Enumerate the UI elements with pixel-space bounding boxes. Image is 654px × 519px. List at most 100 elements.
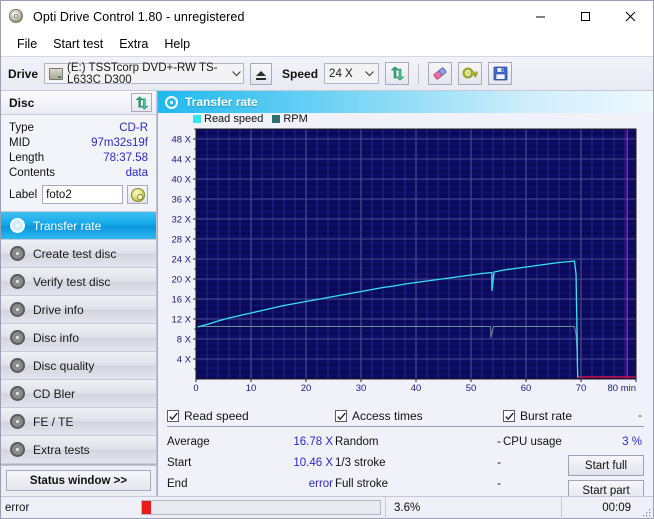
transfer-rate-plot[interactable]: 4 X 8 X 12 X 16 X 20 X 24 X 28 X 32 X 36 X 40 X 44…	[158, 125, 644, 403]
sidebar-item-label: Transfer rate	[33, 218, 102, 233]
sidebar-item-drive-info[interactable]: Drive info	[1, 296, 156, 324]
burst-rate-checkbox[interactable]	[503, 410, 515, 422]
sidebar-item-label: Disc quality	[33, 358, 95, 373]
disc-info-key: Contents	[9, 167, 56, 179]
window-controls	[518, 1, 653, 32]
stat-key: Full stroke	[335, 478, 389, 490]
stat-value: 10.46 X	[293, 457, 333, 469]
status-window-area: Status window >>	[1, 465, 156, 496]
disc-panel-header: Disc	[1, 91, 156, 115]
sidebar-item-transfer-rate[interactable]: Transfer rate	[1, 212, 156, 240]
maximize-button[interactable]	[563, 1, 608, 32]
check-icon	[336, 412, 346, 420]
sidebar-item-extra-tests[interactable]: Extra tests	[1, 436, 156, 464]
app-window: Opti Drive Control 1.80 - unregistered F…	[0, 0, 654, 519]
stat-key: CPU usage	[503, 436, 562, 448]
sidebar-item-create-test-disc[interactable]: Create test disc	[1, 240, 156, 268]
svg-text:50: 50	[466, 383, 477, 394]
menu-bar: File Start test Extra Help	[1, 32, 653, 56]
svg-text:48 X: 48 X	[171, 135, 191, 146]
svg-text:80 min: 80 min	[607, 383, 636, 394]
sidebar-item-label: Create test disc	[33, 246, 117, 261]
minimize-button[interactable]	[518, 1, 563, 32]
legend-label: RPM	[283, 113, 308, 125]
sidebar-nav: Transfer rate Create test disc Verify te…	[1, 212, 156, 464]
app-icon	[8, 8, 25, 25]
refresh-button[interactable]	[385, 62, 410, 85]
svg-text:10: 10	[246, 383, 257, 394]
drive-icon	[49, 67, 64, 80]
svg-text:0: 0	[193, 383, 198, 394]
key-icon	[462, 67, 478, 79]
legend-entry-read-speed: Read speed	[193, 113, 263, 125]
disc-info-key: Type	[9, 122, 34, 134]
sidebar-item-label: Drive info	[33, 302, 84, 317]
sidebar-item-label: CD Bler	[33, 386, 76, 401]
sidebar-item-disc-info[interactable]: Disc info	[1, 324, 156, 352]
disc-info-row-type: Type CD-R	[9, 121, 148, 136]
disc-icon	[10, 386, 25, 401]
resize-grip-icon[interactable]	[641, 497, 653, 519]
read-speed-header: Read speed	[167, 409, 335, 427]
stat-row-end: End error	[167, 474, 335, 495]
sidebar-item-disc-quality[interactable]: Disc quality	[1, 352, 156, 380]
stats-burst-rate: Burst rate - CPU usage 3 % Start full St…	[503, 409, 644, 501]
drive-label: Drive	[8, 66, 39, 81]
disc-label-input[interactable]: foto2	[42, 185, 123, 204]
drive-select[interactable]: (E:) TSSTcorp DVD+-RW TS-L633C D300	[44, 62, 245, 86]
disc-icon	[10, 218, 25, 233]
main-panel: Transfer rate Read speed RPM 4 X 8 X 12 X 1…	[157, 91, 653, 505]
eject-button[interactable]	[250, 62, 273, 85]
erase-button[interactable]	[428, 62, 453, 85]
menu-help[interactable]: Help	[156, 35, 198, 53]
progress-bar	[141, 500, 381, 515]
speed-label: Speed	[282, 66, 319, 81]
start-full-button[interactable]: Start full	[568, 455, 644, 476]
svg-text:20 X: 20 X	[171, 275, 191, 286]
disc-refresh-button[interactable]	[131, 93, 152, 112]
stat-row-full-stroke: Full stroke -	[335, 474, 503, 495]
sidebar-item-cd-bler[interactable]: CD Bler	[1, 380, 156, 408]
sidebar-item-fe-te[interactable]: FE / TE	[1, 408, 156, 436]
disc-info-value: 78:37.58	[103, 152, 148, 164]
disc-icon	[10, 302, 25, 317]
progress-bar-fill	[142, 501, 151, 514]
sidebar-item-label: Disc info	[33, 330, 80, 345]
disc-label-apply-button[interactable]	[127, 185, 148, 204]
status-message: error	[5, 501, 30, 514]
svg-text:20: 20	[301, 383, 312, 394]
save-button[interactable]	[488, 62, 513, 85]
progress-percent: 3.6%	[385, 496, 455, 519]
disc-info-value: CD-R	[119, 122, 148, 134]
sidebar-item-verify-test-disc[interactable]: Verify test disc	[1, 268, 156, 296]
read-speed-title: Read speed	[184, 409, 249, 423]
access-times-checkbox[interactable]	[335, 410, 347, 422]
toolbar: Drive (E:) TSSTcorp DVD+-RW TS-L633C D30…	[1, 56, 653, 91]
stat-row-random: Random -	[335, 432, 503, 453]
key-button[interactable]	[458, 62, 483, 85]
svg-text:70: 70	[576, 383, 587, 394]
chart-area[interactable]: 4 X 8 X 12 X 16 X 20 X 24 X 28 X 32 X 36 X 40 X 44…	[158, 125, 645, 403]
legend-entry-rpm: RPM	[272, 113, 308, 125]
stat-value: 3 %	[622, 436, 642, 448]
menu-start-test[interactable]: Start test	[45, 35, 111, 53]
sidebar: Disc Type CD-R MID 97m32s19f Length 78:3…	[1, 91, 157, 496]
svg-text:8 X: 8 X	[177, 335, 192, 346]
speed-select-value: 24 X	[329, 67, 353, 80]
refresh-icon	[390, 66, 404, 81]
svg-text:16 X: 16 X	[171, 295, 191, 306]
eject-icon	[256, 71, 267, 80]
elapsed-time: 00:09	[561, 496, 641, 519]
disc-info-row-contents: Contents data	[9, 166, 148, 181]
status-window-button[interactable]: Status window >>	[6, 470, 151, 491]
speed-select[interactable]: 24 X	[324, 63, 380, 84]
menu-extra[interactable]: Extra	[111, 35, 156, 53]
stat-value: -	[497, 478, 501, 490]
svg-text:28 X: 28 X	[171, 235, 191, 246]
disc-label-caption: Label	[9, 188, 38, 201]
stat-value: 16.78 X	[293, 436, 333, 448]
disc-icon	[165, 95, 178, 109]
close-button[interactable]	[608, 1, 653, 32]
read-speed-checkbox[interactable]	[167, 410, 179, 422]
menu-file[interactable]: File	[9, 35, 45, 53]
